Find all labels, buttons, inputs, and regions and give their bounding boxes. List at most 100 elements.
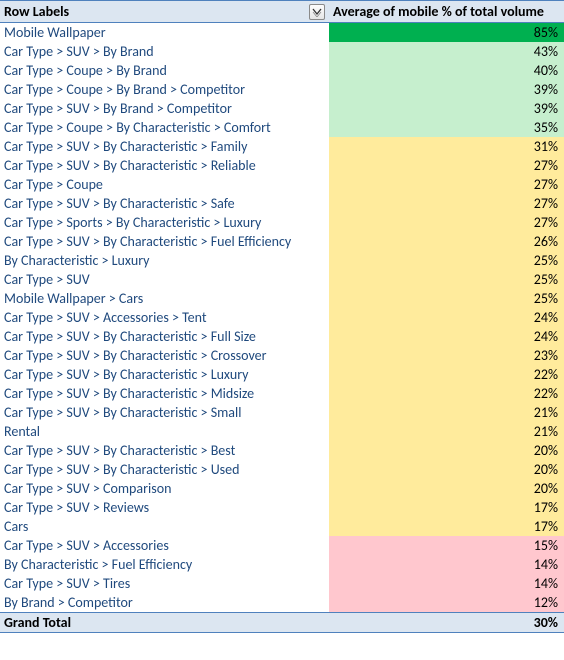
row-label: Car Type > SUV > By Brand [0,42,329,61]
table-row[interactable]: Car Type > SUV > Accessories15% [0,536,564,555]
color-scale-fill [329,460,564,479]
color-scale-fill [329,327,564,346]
header-row: Row Labels Average of mobile % of total … [0,1,564,23]
table-row[interactable]: Car Type > SUV > By Characteristic > Ful… [0,327,564,346]
row-label: Car Type > SUV > Accessories > Tent [0,308,329,327]
table-row[interactable]: Car Type > Sports > By Characteristic > … [0,213,564,232]
color-scale-fill [329,365,564,384]
row-label: Car Type > SUV > By Characteristic > Fue… [0,232,329,251]
color-scale-fill [329,574,564,593]
row-label: Car Type > SUV > By Characteristic > Sma… [0,403,329,422]
row-value: 26% [329,232,564,251]
table-row[interactable]: By Characteristic > Luxury25% [0,251,564,270]
row-value: 17% [329,498,564,517]
row-value: 24% [329,308,564,327]
table-row[interactable]: Car Type > SUV > Comparison20% [0,479,564,498]
row-label: Car Type > SUV > By Characteristic > Fam… [0,137,329,156]
table-row[interactable]: Car Type > SUV > Accessories > Tent24% [0,308,564,327]
row-value: 23% [329,346,564,365]
row-value: 27% [329,194,564,213]
row-label: Car Type > SUV > By Characteristic > Ful… [0,327,329,346]
row-value: 24% [329,327,564,346]
value-header[interactable]: Average of mobile % of total volume [329,1,564,23]
row-value: 21% [329,422,564,441]
sort-filter-icon[interactable] [309,4,325,20]
row-value: 39% [329,80,564,99]
table-row[interactable]: Car Type > SUV > By Characteristic > Bes… [0,441,564,460]
table-row[interactable]: Car Type > SUV > By Characteristic > Fam… [0,137,564,156]
table-row[interactable]: Car Type > SUV > By Brand43% [0,42,564,61]
color-scale-fill [329,99,564,118]
row-label: By Brand > Competitor [0,593,329,613]
table-row[interactable]: By Characteristic > Fuel Efficiency14% [0,555,564,574]
row-value: 39% [329,99,564,118]
table-row[interactable]: Car Type > SUV > By Characteristic > Saf… [0,194,564,213]
row-value: 25% [329,270,564,289]
row-label: Rental [0,422,329,441]
row-label: By Characteristic > Fuel Efficiency [0,555,329,574]
color-scale-fill [329,61,564,80]
row-value: 27% [329,213,564,232]
table-row[interactable]: Car Type > Coupe > By Characteristic > C… [0,118,564,137]
row-value: 27% [329,175,564,194]
table-row[interactable]: Car Type > SUV > By Characteristic > Cro… [0,346,564,365]
table-row[interactable]: Rental21% [0,422,564,441]
color-scale-fill [329,308,564,327]
row-label: Car Type > SUV > Reviews [0,498,329,517]
row-label: Car Type > SUV > By Characteristic > Cro… [0,346,329,365]
table-row[interactable]: Car Type > SUV > By Characteristic > Use… [0,460,564,479]
grand-total-label: Grand Total [0,613,329,633]
row-label: Car Type > SUV > By Characteristic > Lux… [0,365,329,384]
table-row[interactable]: Mobile Wallpaper > Cars25% [0,289,564,308]
table-row[interactable]: Car Type > SUV > Reviews17% [0,498,564,517]
table-row[interactable]: Car Type > Coupe > By Brand > Competitor… [0,80,564,99]
table-row[interactable]: Car Type > SUV > By Characteristic > Fue… [0,232,564,251]
row-value: 25% [329,289,564,308]
row-label: Car Type > SUV > Comparison [0,479,329,498]
row-label: Mobile Wallpaper > Cars [0,289,329,308]
table-row[interactable]: Car Type > SUV > Tires14% [0,574,564,593]
row-value: 20% [329,460,564,479]
color-scale-fill [329,118,564,137]
table-row[interactable]: Cars17% [0,517,564,536]
table-row[interactable]: Mobile Wallpaper85% [0,23,564,43]
row-label: Car Type > SUV > By Characteristic > Mid… [0,384,329,403]
color-scale-fill [329,593,564,612]
row-value: 22% [329,384,564,403]
table-row[interactable]: Car Type > SUV25% [0,270,564,289]
table-row[interactable]: Car Type > SUV > By Brand > Competitor39… [0,99,564,118]
color-scale-fill [329,479,564,498]
color-scale-fill [329,422,564,441]
row-label: Car Type > Coupe [0,175,329,194]
row-label: By Characteristic > Luxury [0,251,329,270]
row-value: 22% [329,365,564,384]
row-labels-text: Row Labels [4,3,69,20]
row-label: Car Type > SUV > By Characteristic > Use… [0,460,329,479]
table-row[interactable]: Car Type > SUV > By Characteristic > Sma… [0,403,564,422]
table-row[interactable]: Car Type > Coupe > By Brand40% [0,61,564,80]
row-label: Car Type > SUV > By Brand > Competitor [0,99,329,118]
color-scale-fill [329,80,564,99]
row-label: Car Type > Coupe > By Characteristic > C… [0,118,329,137]
row-labels-header[interactable]: Row Labels [0,1,329,23]
table-row[interactable]: Car Type > SUV > By Characteristic > Rel… [0,156,564,175]
row-label: Car Type > SUV > Accessories [0,536,329,555]
row-value: 31% [329,137,564,156]
table-row[interactable]: Car Type > Coupe27% [0,175,564,194]
table-row[interactable]: Car Type > SUV > By Characteristic > Lux… [0,365,564,384]
row-value: 85% [329,23,564,43]
row-label: Car Type > SUV [0,270,329,289]
color-scale-fill [329,270,564,289]
table-row[interactable]: By Brand > Competitor12% [0,593,564,613]
row-value: 27% [329,156,564,175]
color-scale-fill [329,232,564,251]
color-scale-fill [329,536,564,555]
color-scale-fill [329,42,564,61]
table-row[interactable]: Car Type > SUV > By Characteristic > Mid… [0,384,564,403]
row-value: 20% [329,441,564,460]
color-scale-fill [329,403,564,422]
color-scale-fill [329,289,564,308]
grand-total-row[interactable]: Grand Total30% [0,613,564,633]
row-label: Car Type > SUV > By Characteristic > Rel… [0,156,329,175]
color-scale-fill [329,213,564,232]
